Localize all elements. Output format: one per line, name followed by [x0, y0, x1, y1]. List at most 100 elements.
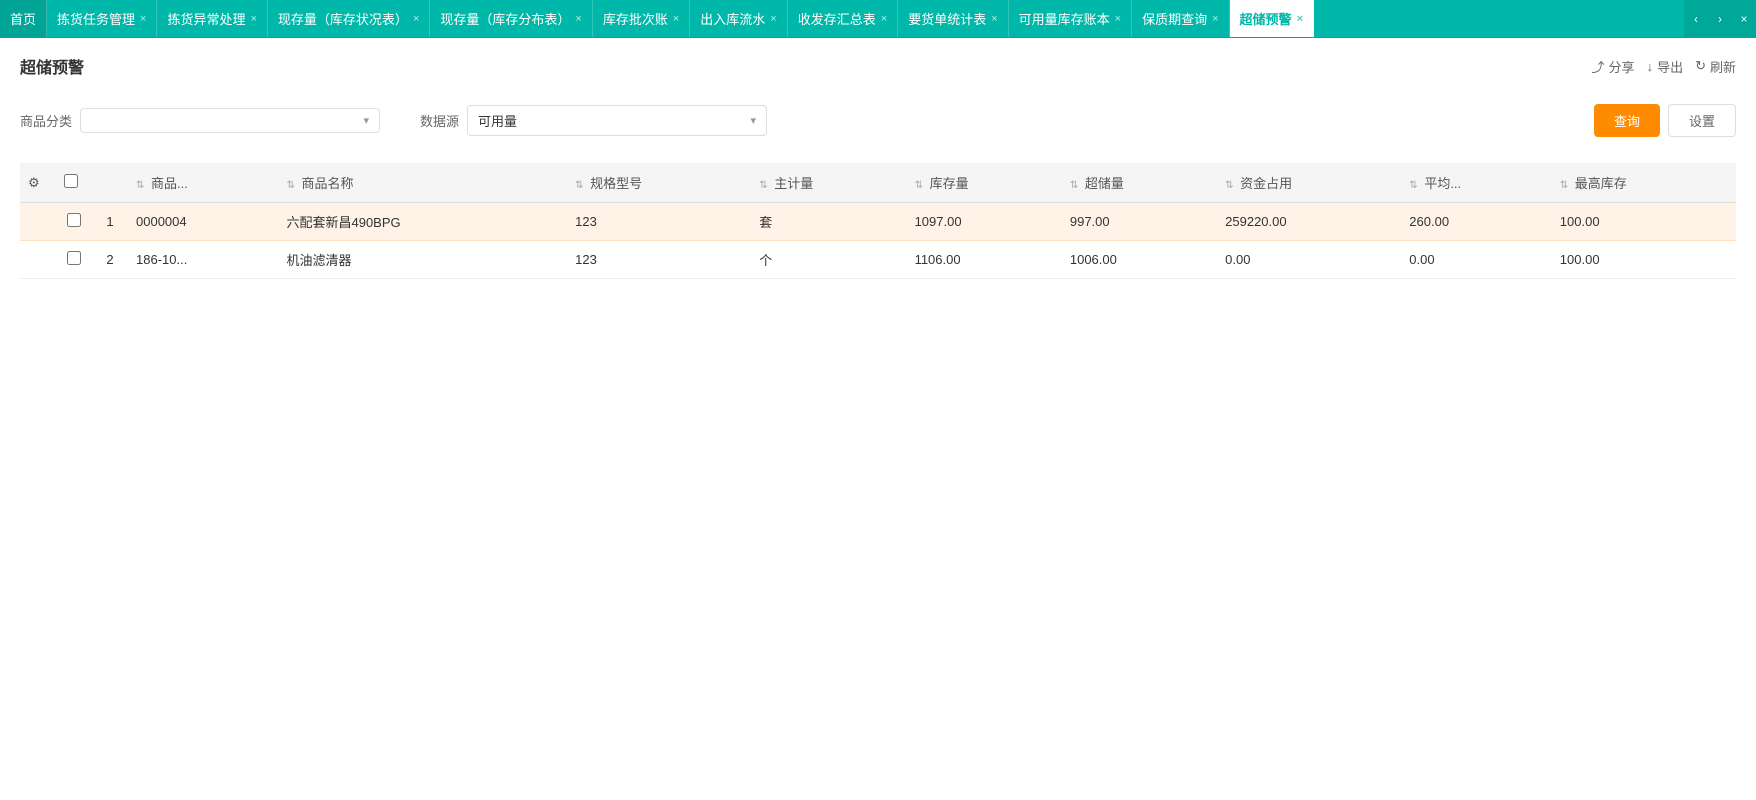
nav-quality-check[interactable]: 保质期查询 ×	[1132, 0, 1229, 37]
refresh-button[interactable]: ↻ 刷新	[1695, 57, 1736, 76]
share-label: 分享	[1609, 57, 1635, 76]
category-dropdown-icon: ▾	[363, 114, 369, 127]
sort-icon-product-name: ⇅	[286, 180, 294, 191]
th-spec[interactable]: ⇅ 规格型号	[567, 163, 751, 203]
query-button[interactable]: 查询	[1594, 104, 1660, 137]
category-select[interactable]: ▾	[80, 108, 380, 133]
row-unit-1: 个	[751, 241, 906, 279]
nav-order-stats[interactable]: 要货单统计表 ×	[898, 0, 1008, 37]
row-product-code-0: 0000004	[128, 203, 278, 241]
row-inventory-0: 1097.00	[907, 203, 1062, 241]
page-header: 超储预警 ⤴ 分享 ↓ 导出 ↻ 刷新	[20, 54, 1736, 78]
th-product-name[interactable]: ⇅ 商品名称	[278, 163, 567, 203]
nav-inventory-status-close[interactable]: ×	[413, 13, 419, 25]
nav-available-inventory-label: 可用量库存账本	[1019, 9, 1110, 28]
nav-overstock-warning-label: 超储预警	[1240, 9, 1292, 28]
main-content: 超储预警 ⤴ 分享 ↓ 导出 ↻ 刷新 商品分类 ▾ 数据源	[0, 38, 1756, 800]
category-filter-label: 商品分类	[20, 111, 72, 130]
nav-available-inventory-close[interactable]: ×	[1115, 13, 1121, 25]
table-header-row: ⚙ ⇅ 商品... ⇅ 商品名称 ⇅ 规格型号	[20, 163, 1736, 203]
nav-inventory-dist[interactable]: 现存量（库存分布表） ×	[430, 0, 592, 37]
nav-inout-flow[interactable]: 出入库流水 ×	[690, 0, 787, 37]
nav-home-label: 首页	[10, 9, 36, 28]
nav-left-arrow[interactable]: ‹	[1684, 0, 1708, 38]
nav-receive-summary-close[interactable]: ×	[881, 13, 887, 25]
row-checkbox-0[interactable]	[67, 213, 81, 227]
nav-task-mgmt-close[interactable]: ×	[140, 13, 146, 25]
th-settings[interactable]: ⚙	[20, 163, 56, 203]
nav-inventory-status[interactable]: 现存量（库存状况表） ×	[268, 0, 430, 37]
th-inventory[interactable]: ⇅ 库存量	[907, 163, 1062, 203]
table-row: 1 0000004 六配套新昌490BPG 123 套 1097.00 997.…	[20, 203, 1736, 241]
nav-receive-summary[interactable]: 收发存汇总表 ×	[788, 0, 898, 37]
export-label: 导出	[1657, 57, 1683, 76]
row-overstock-0: 997.00	[1062, 203, 1217, 241]
row-unit-0: 套	[751, 203, 906, 241]
th-avg[interactable]: ⇅ 平均...	[1401, 163, 1551, 203]
category-filter: 商品分类 ▾	[20, 108, 380, 133]
nav-overstock-warning-close[interactable]: ×	[1297, 13, 1303, 25]
nav-close-all[interactable]: ×	[1732, 0, 1756, 38]
nav-inventory-dist-close[interactable]: ×	[575, 13, 581, 25]
datasource-select[interactable]: 可用量 ▾	[467, 105, 767, 136]
nav-order-stats-label: 要货单统计表	[908, 9, 986, 28]
row-inventory-1: 1106.00	[907, 241, 1062, 279]
filter-row: 商品分类 ▾ 数据源 可用量 ▾ 查询 设置	[20, 94, 1736, 147]
sort-icon-capital: ⇅	[1225, 180, 1233, 191]
refresh-icon: ↻	[1695, 58, 1706, 74]
nav-inventory-status-label: 现存量（库存状况表）	[278, 9, 408, 28]
header-actions: ⤴ 分享 ↓ 导出 ↻ 刷新	[1592, 57, 1736, 76]
row-checkbox-1[interactable]	[67, 251, 81, 265]
nav-available-inventory[interactable]: 可用量库存账本 ×	[1009, 0, 1132, 37]
th-unit[interactable]: ⇅ 主计量	[751, 163, 906, 203]
nav-inventory-batch-close[interactable]: ×	[673, 13, 679, 25]
datasource-select-value: 可用量	[478, 111, 517, 130]
settings-button[interactable]: 设置	[1668, 104, 1736, 137]
nav-order-stats-close[interactable]: ×	[991, 13, 997, 25]
export-icon: ↓	[1647, 59, 1654, 74]
row-overstock-1: 1006.00	[1062, 241, 1217, 279]
nav-quality-check-close[interactable]: ×	[1212, 13, 1218, 25]
row-max-inventory-1: 100.00	[1552, 241, 1736, 279]
row-max-inventory-0: 100.00	[1552, 203, 1736, 241]
nav-inventory-dist-label: 现存量（库存分布表）	[440, 9, 570, 28]
datasource-filter: 数据源 可用量 ▾	[420, 105, 767, 136]
nav-abnormal-close[interactable]: ×	[250, 13, 256, 25]
sort-icon-product-code: ⇅	[136, 180, 144, 191]
th-overstock[interactable]: ⇅ 超储量	[1062, 163, 1217, 203]
th-rownum	[92, 163, 128, 203]
th-checkbox[interactable]	[56, 163, 92, 203]
data-table: ⚙ ⇅ 商品... ⇅ 商品名称 ⇅ 规格型号	[20, 163, 1736, 279]
th-product-code[interactable]: ⇅ 商品...	[128, 163, 278, 203]
sort-icon-overstock: ⇅	[1070, 180, 1078, 191]
refresh-label: 刷新	[1710, 57, 1736, 76]
row-checkbox-cell-0[interactable]	[56, 203, 92, 241]
share-button[interactable]: ⤴ 分享	[1592, 57, 1635, 76]
share-icon: ⤴	[1592, 57, 1605, 76]
select-all-checkbox[interactable]	[64, 174, 78, 188]
nav-inout-flow-close[interactable]: ×	[770, 13, 776, 25]
nav-overstock-warning[interactable]: 超储预警 ×	[1230, 0, 1314, 37]
row-product-name-1: 机油滤清器	[278, 241, 567, 279]
nav-right-arrow[interactable]: ›	[1708, 0, 1732, 38]
row-checkbox-cell-1[interactable]	[56, 241, 92, 279]
export-button[interactable]: ↓ 导出	[1647, 57, 1684, 76]
row-spec-1: 123	[567, 241, 751, 279]
nav-inventory-batch[interactable]: 库存批次账 ×	[593, 0, 690, 37]
nav-task-mgmt[interactable]: 拣货任务管理 ×	[47, 0, 157, 37]
table-row: 2 186-10... 机油滤清器 123 个 1106.00 1006.00 …	[20, 241, 1736, 279]
th-max-inventory[interactable]: ⇅ 最高库存	[1552, 163, 1736, 203]
th-capital[interactable]: ⇅ 资金占用	[1217, 163, 1401, 203]
page-title: 超储预警	[20, 54, 84, 78]
datasource-dropdown-icon: ▾	[751, 114, 757, 127]
row-gear-1	[20, 241, 56, 279]
row-avg-0: 260.00	[1401, 203, 1551, 241]
row-avg-1: 0.00	[1401, 241, 1551, 279]
gear-icon: ⚙	[28, 175, 40, 190]
nav-abnormal[interactable]: 拣货异常处理 ×	[157, 0, 267, 37]
nav-quality-check-label: 保质期查询	[1142, 9, 1207, 28]
row-capital-0: 259220.00	[1217, 203, 1401, 241]
nav-home[interactable]: 首页	[0, 0, 47, 37]
top-navigation: 首页 拣货任务管理 × 拣货异常处理 × 现存量（库存状况表） × 现存量（库存…	[0, 0, 1756, 38]
sort-icon-inventory: ⇅	[915, 180, 923, 191]
